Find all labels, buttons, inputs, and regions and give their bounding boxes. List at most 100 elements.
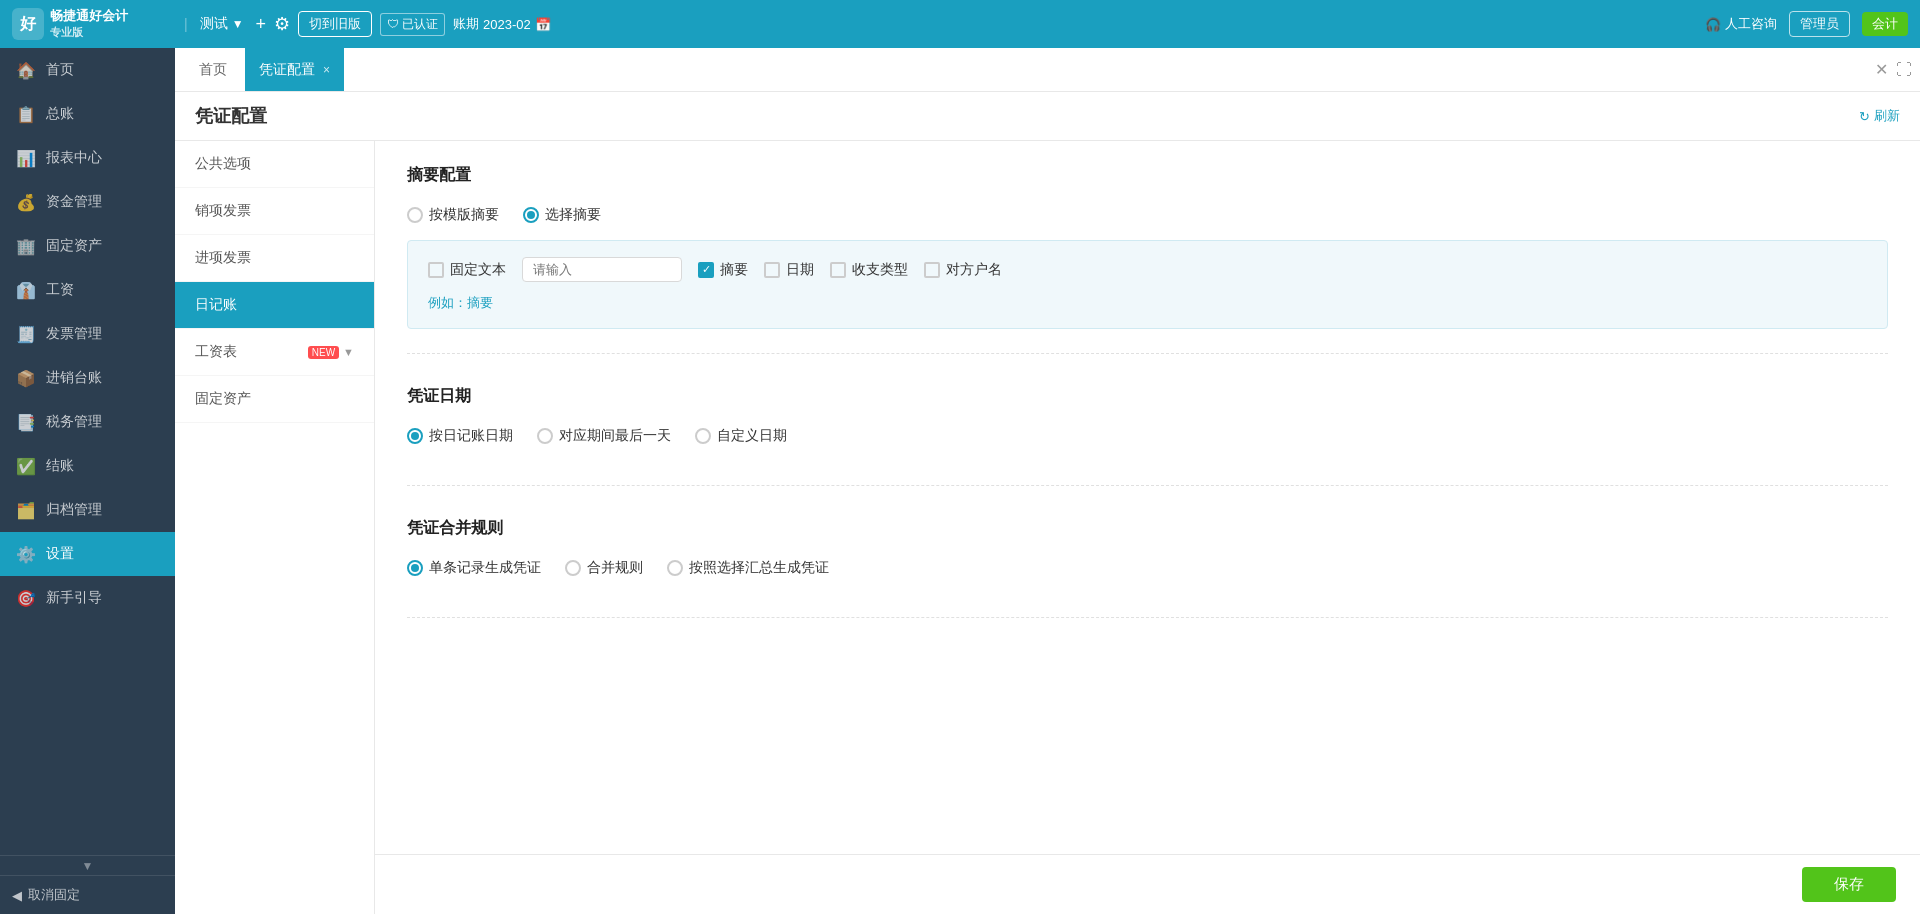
- close-window-icon[interactable]: ✕: [1875, 60, 1888, 79]
- left-nav-purchase-invoice[interactable]: 进项发票: [175, 235, 374, 282]
- shield-icon: 🛡: [387, 17, 399, 31]
- payroll-icon: 👔: [16, 280, 36, 300]
- settings-button[interactable]: ⚙: [274, 13, 290, 35]
- topbar: 好 畅捷通好会计 专业版 | 测试 ▼ + ⚙ 切到旧版 🛡 已认证 账期 20…: [0, 0, 1920, 48]
- logo-text: 畅捷通好会计: [50, 8, 128, 25]
- main-layout: 🏠 首页 📋 总账 📊 报表中心 💰 资金管理 🏢 固定资产 👔 工资: [0, 48, 1920, 914]
- sidebar-item-payroll[interactable]: 👔 工资: [0, 268, 175, 312]
- sidebar-item-archive[interactable]: 🗂️ 归档管理: [0, 488, 175, 532]
- date-checkbox-box[interactable]: [764, 262, 780, 278]
- tab-close-icon[interactable]: ×: [323, 64, 330, 76]
- home-icon: 🏠: [16, 60, 36, 80]
- summary-checkbox[interactable]: 摘要: [698, 261, 748, 279]
- logo-icon: 好: [12, 8, 44, 40]
- sidebar-item-home[interactable]: 🏠 首页: [0, 48, 175, 92]
- admin-button[interactable]: 管理员: [1789, 11, 1850, 37]
- sidebar-item-funds[interactable]: 💰 资金管理: [0, 180, 175, 224]
- app-logo: 好 畅捷通好会计 专业版: [12, 8, 172, 40]
- summary-option-select[interactable]: 选择摘要: [523, 206, 601, 224]
- date-option-journal[interactable]: 按日记账日期: [407, 427, 513, 445]
- summary-select-radio[interactable]: [523, 207, 539, 223]
- custom-date-radio[interactable]: [695, 428, 711, 444]
- left-nav-fixed-assets[interactable]: 固定资产: [175, 376, 374, 423]
- counterpart-checkbox[interactable]: 对方户名: [924, 261, 1002, 279]
- maximize-icon[interactable]: ⛶: [1896, 61, 1912, 79]
- sidebar-scroll-down-icon[interactable]: ▼: [82, 859, 94, 873]
- date-radio-group: 按日记账日期 对应期间最后一天 自定义日期: [407, 427, 1888, 445]
- left-nav: 公共选项 销项发票 进项发票 日记账 工资表 NEW ▼ 固定资产: [175, 141, 375, 914]
- sidebar-bottom: ◀ 取消固定: [0, 875, 175, 914]
- project-selector[interactable]: 测试 ▼: [200, 15, 244, 33]
- new-badge: NEW: [308, 346, 339, 359]
- date-option-period-last[interactable]: 对应期间最后一天: [537, 427, 671, 445]
- consult-button[interactable]: 🎧 人工咨询: [1705, 15, 1777, 33]
- old-version-button[interactable]: 切到旧版: [298, 11, 372, 37]
- sidebar-item-invoice[interactable]: 🧾 发票管理: [0, 312, 175, 356]
- sidebar-item-reports[interactable]: 📊 报表中心: [0, 136, 175, 180]
- fixed-text-input[interactable]: [522, 257, 682, 282]
- pin-icon: ◀: [12, 888, 22, 903]
- sidebar-item-ledger[interactable]: 📋 总账: [0, 92, 175, 136]
- save-footer: 保存: [375, 854, 1920, 914]
- date-section: 凭证日期 按日记账日期 对应期间最后一天 自定义日期: [407, 386, 1888, 486]
- calendar-icon[interactable]: 📅: [535, 17, 551, 32]
- sidebar-label-closing: 结账: [46, 457, 74, 475]
- topbar-actions: + ⚙ 切到旧版: [256, 11, 373, 37]
- date-option-custom[interactable]: 自定义日期: [695, 427, 787, 445]
- sidebar-label-sales: 进销台账: [46, 369, 102, 387]
- select-merge-radio[interactable]: [667, 560, 683, 576]
- sidebar-item-assets[interactable]: 🏢 固定资产: [0, 224, 175, 268]
- tab-bar: 首页 凭证配置 × ✕ ⛶: [175, 48, 1920, 92]
- sales-icon: 📦: [16, 368, 36, 388]
- merge-rule-radio[interactable]: [565, 560, 581, 576]
- pay-type-checkbox[interactable]: 收支类型: [830, 261, 908, 279]
- period-display: 账期 2023-02 📅: [453, 15, 551, 33]
- fixed-text-checkbox[interactable]: 固定文本: [428, 261, 506, 279]
- sidebar-label-home: 首页: [46, 61, 74, 79]
- left-nav-sales-invoice[interactable]: 销项发票: [175, 188, 374, 235]
- sidebar-item-closing[interactable]: ✅ 结账: [0, 444, 175, 488]
- add-button[interactable]: +: [256, 14, 267, 35]
- accountant-button[interactable]: 会计: [1862, 12, 1908, 36]
- date-title: 凭证日期: [407, 386, 1888, 407]
- sidebar-item-tax[interactable]: 📑 税务管理: [0, 400, 175, 444]
- tab-voucher-config[interactable]: 凭证配置 ×: [245, 48, 344, 91]
- assets-icon: 🏢: [16, 236, 36, 256]
- save-button[interactable]: 保存: [1802, 867, 1896, 902]
- sidebar-item-settings[interactable]: ⚙️ 设置: [0, 532, 175, 576]
- merge-option-rule[interactable]: 合并规则: [565, 559, 643, 577]
- summary-template-radio[interactable]: [407, 207, 423, 223]
- sidebar-label-archive: 归档管理: [46, 501, 102, 519]
- tab-bar-right: ✕ ⛶: [1875, 60, 1912, 79]
- sidebar-label-guide: 新手引导: [46, 589, 102, 607]
- single-radio[interactable]: [407, 560, 423, 576]
- pay-type-checkbox-box[interactable]: [830, 262, 846, 278]
- journal-date-radio[interactable]: [407, 428, 423, 444]
- left-nav-journal[interactable]: 日记账: [175, 282, 374, 329]
- summary-radio-group: 按模版摘要 选择摘要: [407, 206, 1888, 224]
- counterpart-checkbox-box[interactable]: [924, 262, 940, 278]
- tax-icon: 📑: [16, 412, 36, 432]
- date-checkbox[interactable]: 日期: [764, 261, 814, 279]
- merge-option-single[interactable]: 单条记录生成凭证: [407, 559, 541, 577]
- period-last-radio[interactable]: [537, 428, 553, 444]
- content-area: 首页 凭证配置 × ✕ ⛶ 凭证配置 ↻ 刷新 公共选项 销项发票: [175, 48, 1920, 914]
- sidebar-label-assets: 固定资产: [46, 237, 102, 255]
- sidebar-label-ledger: 总账: [46, 105, 74, 123]
- sidebar-item-sales[interactable]: 📦 进销台账: [0, 356, 175, 400]
- cancel-fixed-button[interactable]: ◀ 取消固定: [12, 886, 163, 904]
- merge-radio-group: 单条记录生成凭证 合并规则 按照选择汇总生成凭证: [407, 559, 1888, 577]
- sidebar-item-guide[interactable]: 🎯 新手引导: [0, 576, 175, 620]
- sub-chevron-icon: ▼: [343, 346, 354, 358]
- closing-icon: ✅: [16, 456, 36, 476]
- fixed-text-checkbox-box[interactable]: [428, 262, 444, 278]
- left-nav-public[interactable]: 公共选项: [175, 141, 374, 188]
- merge-option-select-merge[interactable]: 按照选择汇总生成凭证: [667, 559, 829, 577]
- summary-option-template[interactable]: 按模版摘要: [407, 206, 499, 224]
- summary-checkbox-box[interactable]: [698, 262, 714, 278]
- page-title: 凭证配置: [195, 104, 267, 128]
- tab-home[interactable]: 首页: [183, 48, 243, 91]
- refresh-button[interactable]: ↻ 刷新: [1859, 107, 1900, 125]
- sidebar-label-payroll: 工资: [46, 281, 74, 299]
- left-nav-payroll-table[interactable]: 工资表 NEW ▼: [175, 329, 374, 376]
